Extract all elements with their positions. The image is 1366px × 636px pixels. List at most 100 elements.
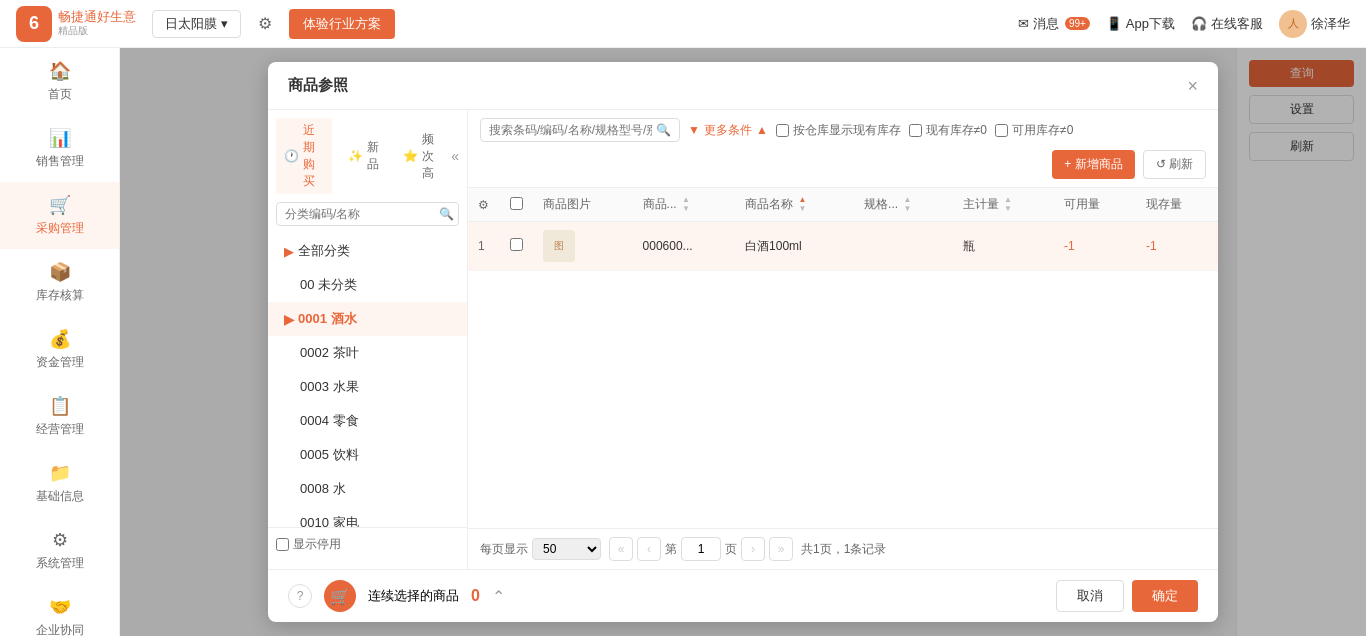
col-settings[interactable]: ⚙ — [468, 188, 500, 222]
by-warehouse-checkbox[interactable] — [776, 124, 789, 137]
purchase-icon: 🛒 — [49, 194, 71, 216]
sidebar-label-enterprise: 企业协同 — [36, 622, 84, 636]
last-page-button[interactable]: » — [769, 537, 793, 561]
cart-button[interactable]: 🛒 — [324, 580, 356, 612]
left-panel: 🕐 近期购买 ✨ 新品 ⭐ 频次高 « — [268, 110, 468, 569]
cancel-button[interactable]: 取消 — [1056, 580, 1124, 612]
product-search-icon[interactable]: 🔍 — [656, 123, 671, 137]
category-search-icon[interactable]: 🔍 — [439, 207, 454, 221]
footer-buttons: 取消 确定 — [1056, 580, 1198, 612]
workspace-selector[interactable]: 日太阳膜 ▾ — [152, 10, 241, 38]
col-spec[interactable]: 规格... ▲▼ — [854, 188, 953, 222]
check-available-nonzero[interactable]: 现有库存≠0 — [909, 122, 987, 139]
chevron-down-icon: ▾ — [221, 16, 228, 31]
sidebar-item-inventory[interactable]: 📦 库存核算 — [0, 249, 119, 316]
modal-title: 商品参照 — [288, 76, 348, 95]
available-nonzero-checkbox[interactable] — [909, 124, 922, 137]
expand-active-icon: ▶ — [284, 312, 294, 327]
message-button[interactable]: ✉ 消息 99+ — [1018, 15, 1090, 33]
online-service-button[interactable]: 🎧 在线客服 — [1191, 15, 1263, 33]
sidebar-item-finance[interactable]: 💰 资金管理 — [0, 316, 119, 383]
category-item-tea[interactable]: 0002 茶叶 — [268, 336, 467, 370]
refresh-table-button[interactable]: ↺ 刷新 — [1143, 150, 1206, 179]
category-item-uncategorized[interactable]: 00 未分类 — [268, 268, 467, 302]
page-label: 第 — [665, 541, 677, 558]
main-layout: 🏠 首页 📊 销售管理 🛒 采购管理 📦 库存核算 💰 资金管理 📋 经营管理 … — [0, 48, 1366, 636]
category-item-liquor[interactable]: ▶ 0001 酒水 — [268, 302, 467, 336]
sidebar-item-system[interactable]: ⚙ 系统管理 — [0, 517, 119, 584]
sidebar-item-purchase[interactable]: 🛒 采购管理 — [0, 182, 119, 249]
product-table-container: ⚙ 商品图片 商品... ▲▼ — [468, 188, 1218, 528]
add-product-button[interactable]: + 新增商品 — [1052, 150, 1134, 179]
modal-body: 🕐 近期购买 ✨ 新品 ⭐ 频次高 « — [268, 110, 1218, 569]
category-item-appliance[interactable]: 0010 家电 — [268, 506, 467, 527]
message-icon: ✉ — [1018, 16, 1029, 31]
modal-close-button[interactable]: × — [1187, 77, 1198, 95]
row-stock: -1 — [1136, 222, 1218, 271]
cart-icon: 🛒 — [330, 587, 350, 606]
sidebar-item-home[interactable]: 🏠 首页 — [0, 48, 119, 115]
select-all-checkbox[interactable] — [510, 197, 523, 210]
more-filters-chevron-icon: ▲ — [756, 123, 768, 137]
col-unit[interactable]: 主计量 ▲▼ — [953, 188, 1054, 222]
sidebar-item-basic-info[interactable]: 📁 基础信息 — [0, 450, 119, 517]
logo: 6 畅捷通好生意 精品版 — [16, 6, 136, 42]
sales-icon: 📊 — [49, 127, 71, 149]
col-product-code[interactable]: 商品... ▲▼ — [633, 188, 736, 222]
table-toolbar: 🔍 ▼ 更多条件 ▲ 按仓库显示现有库存 — [468, 110, 1218, 188]
footer-collapse-button[interactable]: ⌃ — [492, 587, 505, 606]
table-header-row: ⚙ 商品图片 商品... ▲▼ — [468, 188, 1218, 222]
total-info: 共1页，1条记录 — [801, 541, 886, 558]
app-download-button[interactable]: 📱 App下载 — [1106, 15, 1175, 33]
sidebar-label-inventory: 库存核算 — [36, 287, 84, 304]
sidebar-item-sales[interactable]: 📊 销售管理 — [0, 115, 119, 182]
confirm-button[interactable]: 确定 — [1132, 580, 1198, 612]
headset-icon: 🎧 — [1191, 16, 1207, 31]
workspace-label: 日太阳膜 — [165, 15, 217, 33]
check-usable-nonzero[interactable]: 可用库存≠0 — [995, 122, 1073, 139]
col-product-img[interactable]: 商品图片 — [533, 188, 633, 222]
usable-nonzero-checkbox[interactable] — [995, 124, 1008, 137]
left-panel-collapse-button[interactable]: « — [451, 148, 459, 164]
row-select-checkbox[interactable] — [510, 238, 523, 251]
show-disabled-input[interactable] — [276, 538, 289, 551]
col-product-name[interactable]: 商品名称 ▲▼ — [735, 188, 854, 222]
per-page-select[interactable]: 50 10 20 100 — [532, 538, 601, 560]
product-search-box: 🔍 — [480, 118, 680, 142]
category-search-box: 🔍 — [276, 202, 459, 226]
category-item-beverage[interactable]: 0005 饮料 — [268, 438, 467, 472]
category-item-snack[interactable]: 0004 零食 — [268, 404, 467, 438]
category-item-fruit[interactable]: 0003 水果 — [268, 370, 467, 404]
trial-button[interactable]: 体验行业方案 — [289, 9, 395, 39]
user-profile[interactable]: 人 徐泽华 — [1279, 10, 1350, 38]
table-row[interactable]: 1 图 000600... 白酒100ml 瓶 — [468, 222, 1218, 271]
check-by-warehouse[interactable]: 按仓库显示现有库存 — [776, 122, 901, 139]
more-filters-button[interactable]: ▼ 更多条件 ▲ — [688, 122, 768, 139]
next-page-button[interactable]: › — [741, 537, 765, 561]
tab-recent-purchase[interactable]: 🕐 近期购买 — [276, 118, 332, 194]
star-icon: ⭐ — [403, 149, 418, 163]
new-icon: ✨ — [348, 149, 363, 163]
col-stock: 现存量 — [1136, 188, 1218, 222]
sidebar-item-operations[interactable]: 📋 经营管理 — [0, 383, 119, 450]
finance-icon: 💰 — [49, 328, 71, 350]
left-panel-bottom: 显示停用 — [268, 527, 467, 561]
mobile-icon: 📱 — [1106, 16, 1122, 31]
help-button[interactable]: ? — [288, 584, 312, 608]
row-code: 000600... — [633, 222, 736, 271]
category-item-all[interactable]: ▶ 全部分类 — [268, 234, 467, 268]
first-page-button[interactable]: « — [609, 537, 633, 561]
row-checkbox[interactable] — [500, 222, 533, 271]
show-disabled-checkbox[interactable]: 显示停用 — [276, 536, 459, 553]
page-number-input[interactable] — [681, 537, 721, 561]
prev-page-button[interactable]: ‹ — [637, 537, 661, 561]
tab-frequent[interactable]: ⭐ 频次高 — [395, 127, 444, 186]
sidebar-item-enterprise[interactable]: 🤝 企业协同 — [0, 584, 119, 636]
settings-icon[interactable]: ⚙ — [249, 8, 281, 40]
operations-icon: 📋 — [49, 395, 71, 417]
product-search-input[interactable] — [489, 123, 652, 137]
tab-new-products[interactable]: ✨ 新品 — [340, 135, 387, 177]
category-search-input[interactable] — [285, 207, 435, 221]
category-item-water[interactable]: 0008 水 — [268, 472, 467, 506]
pagination-bar: 每页显示 50 10 20 100 « ‹ — [468, 528, 1218, 569]
